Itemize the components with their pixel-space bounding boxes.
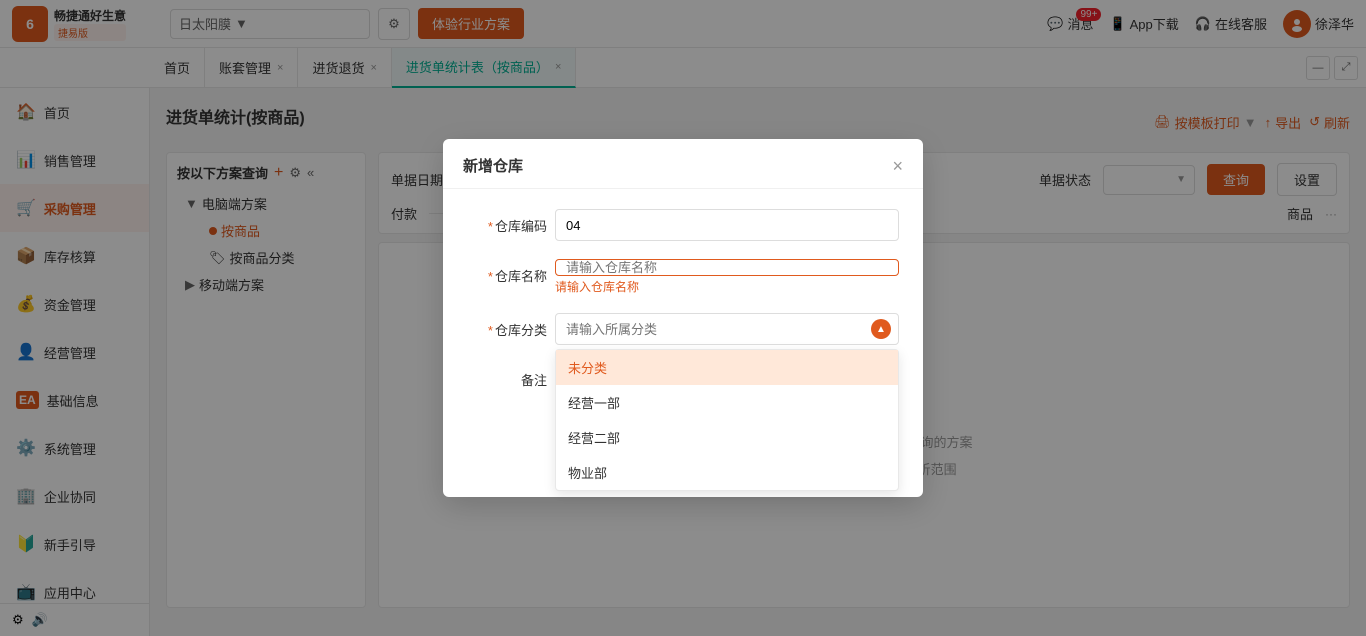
name-label: *仓库名称 bbox=[467, 259, 547, 285]
code-input[interactable] bbox=[555, 209, 899, 241]
dropdown-option-3[interactable]: 物业部 bbox=[556, 455, 898, 490]
modal-new-warehouse: 新增仓库 × *仓库编码 *仓库名称 请输入仓库名称 *仓库分类 bbox=[443, 139, 923, 497]
notes-label: 备注 bbox=[467, 363, 547, 389]
form-row-category: *仓库分类 ▲ 未分类 经营一部 经营二部 物业部 bbox=[467, 313, 899, 345]
dropdown-option-2[interactable]: 经营二部 bbox=[556, 420, 898, 455]
name-input[interactable] bbox=[555, 259, 899, 276]
dropdown-option-0[interactable]: 未分类 bbox=[556, 350, 898, 385]
modal-title: 新增仓库 bbox=[463, 155, 523, 176]
category-input[interactable] bbox=[555, 313, 899, 345]
form-row-name: *仓库名称 请输入仓库名称 bbox=[467, 259, 899, 295]
dropdown-arrow-icon[interactable]: ▲ bbox=[871, 319, 891, 339]
category-label: *仓库分类 bbox=[467, 313, 547, 339]
modal-body: *仓库编码 *仓库名称 请输入仓库名称 *仓库分类 ▲ 未分类 bbox=[443, 189, 923, 429]
name-error-msg: 请输入仓库名称 bbox=[555, 278, 899, 295]
code-label: *仓库编码 bbox=[467, 209, 547, 235]
form-row-code: *仓库编码 bbox=[467, 209, 899, 241]
category-dropdown-wrap: ▲ 未分类 经营一部 经营二部 物业部 bbox=[555, 313, 899, 345]
dropdown-option-1[interactable]: 经营一部 bbox=[556, 385, 898, 420]
dropdown-list: 未分类 经营一部 经营二部 物业部 bbox=[555, 349, 899, 491]
modal-header: 新增仓库 × bbox=[443, 139, 923, 189]
modal-close-btn[interactable]: × bbox=[892, 157, 903, 175]
